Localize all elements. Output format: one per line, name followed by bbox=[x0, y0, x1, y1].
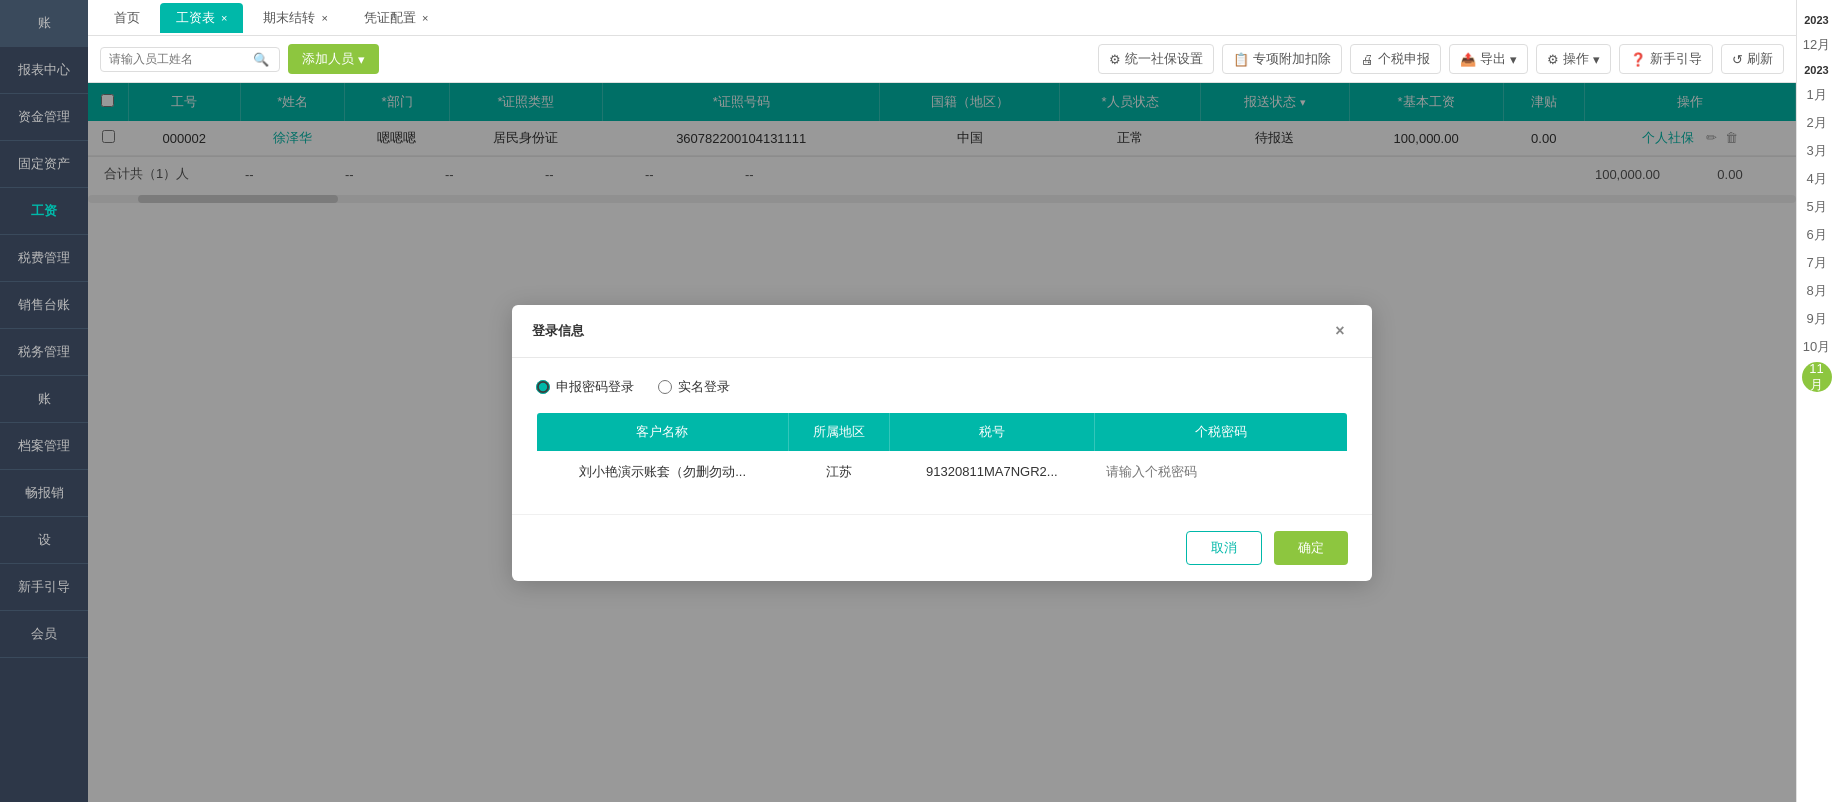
tab-voucher-close[interactable]: × bbox=[422, 12, 428, 24]
search-box[interactable]: 🔍 bbox=[100, 47, 280, 72]
timeline-month-4[interactable]: 4月 bbox=[1799, 166, 1835, 192]
dialog-body: 申报密码登录 实名登录 客户名称 所属地区 税号 bbox=[512, 358, 1372, 514]
toolbar: 🔍 添加人员 ▾ ⚙ 统一社保设置 📋 专项附加扣除 🖨 个税申报 📤 导出 ▾… bbox=[88, 36, 1796, 83]
radio-password-input[interactable] bbox=[536, 380, 550, 394]
timeline-month-6[interactable]: 6月 bbox=[1799, 222, 1835, 248]
cancel-button[interactable]: 取消 bbox=[1186, 531, 1262, 565]
deduction-icon: 📋 bbox=[1233, 52, 1249, 67]
sidebar-item-sales[interactable]: 销售台账 bbox=[0, 282, 88, 329]
radio-realname-input[interactable] bbox=[658, 380, 672, 394]
tax-icon: 🖨 bbox=[1361, 52, 1374, 67]
sidebar-item-archive[interactable]: 档案管理 bbox=[0, 423, 88, 470]
sidebar-item-tax[interactable]: 税务管理 bbox=[0, 329, 88, 376]
sidebar-item-account[interactable]: 账 bbox=[0, 0, 88, 47]
timeline-month-8[interactable]: 8月 bbox=[1799, 278, 1835, 304]
refresh-icon: ↺ bbox=[1732, 52, 1743, 67]
sidebar-item-salary[interactable]: 工资 bbox=[0, 188, 88, 235]
timeline-month-12[interactable]: 12月 bbox=[1799, 32, 1835, 58]
add-person-button[interactable]: 添加人员 ▾ bbox=[288, 44, 379, 74]
radio-realname-login[interactable]: 实名登录 bbox=[658, 378, 730, 396]
login-dialog: 登录信息 × 申报密码登录 实名登录 bbox=[512, 305, 1372, 581]
refresh-button[interactable]: ↺ 刷新 bbox=[1721, 44, 1784, 74]
tab-period-close[interactable]: 期末结转 × bbox=[247, 3, 343, 33]
tab-voucher-config[interactable]: 凭证配置 × bbox=[348, 3, 444, 33]
sidebar-item-guide[interactable]: 新手引导 bbox=[0, 564, 88, 611]
social-icon: ⚙ bbox=[1109, 52, 1121, 67]
tab-period-close-btn[interactable]: × bbox=[321, 12, 327, 24]
timeline-year: 2023 bbox=[1804, 14, 1828, 26]
main-area: 首页 工资表 × 期末结转 × 凭证配置 × 🔍 添加人员 ▾ ⚙ 统一社保设置 bbox=[88, 0, 1796, 802]
sidebar-item-ledger[interactable]: 账 bbox=[0, 376, 88, 423]
radio-group: 申报密码登录 实名登录 bbox=[536, 378, 1348, 396]
timeline-year-2023: 2023 bbox=[1804, 64, 1828, 76]
timeline-month-1[interactable]: 1月 bbox=[1799, 82, 1835, 108]
sidebar: 账 报表中心 资金管理 固定资产 工资 税费管理 销售台账 税务管理 账 档案管… bbox=[0, 0, 88, 802]
guide-button[interactable]: ❓ 新手引导 bbox=[1619, 44, 1713, 74]
dialog-cell-client-name: 刘小艳演示账套（勿删勿动... bbox=[537, 451, 789, 494]
dialog-col-region: 所属地区 bbox=[788, 412, 889, 451]
dialog-table: 客户名称 所属地区 税号 个税密码 刘小艳演示账套（勿删勿动... 江苏 913… bbox=[536, 412, 1348, 494]
timeline-month-3[interactable]: 3月 bbox=[1799, 138, 1835, 164]
operation-button[interactable]: ⚙ 操作 ▾ bbox=[1536, 44, 1611, 74]
sidebar-item-settings[interactable]: 设 bbox=[0, 517, 88, 564]
dialog-close-button[interactable]: × bbox=[1328, 319, 1352, 343]
tab-salary[interactable]: 工资表 × bbox=[160, 3, 243, 33]
password-input[interactable] bbox=[1106, 464, 1335, 479]
export-dropdown-icon: ▾ bbox=[1510, 52, 1517, 67]
export-icon: 📤 bbox=[1460, 52, 1476, 67]
timeline-month-11[interactable]: 11月 bbox=[1802, 362, 1832, 392]
confirm-button[interactable]: 确定 bbox=[1274, 531, 1348, 565]
timeline-month-9[interactable]: 9月 bbox=[1799, 306, 1835, 332]
dialog-footer: 取消 确定 bbox=[512, 514, 1372, 581]
dialog-cell-password[interactable] bbox=[1094, 451, 1347, 494]
operation-icon: ⚙ bbox=[1547, 52, 1559, 67]
dropdown-icon: ▾ bbox=[358, 52, 365, 67]
dialog-overlay: 登录信息 × 申报密码登录 实名登录 bbox=[88, 83, 1796, 802]
sidebar-item-tax-fee[interactable]: 税费管理 bbox=[0, 235, 88, 282]
search-input[interactable] bbox=[109, 52, 249, 66]
deduction-button[interactable]: 📋 专项附加扣除 bbox=[1222, 44, 1342, 74]
social-insurance-button[interactable]: ⚙ 统一社保设置 bbox=[1098, 44, 1214, 74]
radio-password-login[interactable]: 申报密码登录 bbox=[536, 378, 634, 396]
sidebar-item-expense[interactable]: 畅报销 bbox=[0, 470, 88, 517]
operation-dropdown-icon: ▾ bbox=[1593, 52, 1600, 67]
dialog-col-password: 个税密码 bbox=[1094, 412, 1347, 451]
sidebar-item-member[interactable]: 会员 bbox=[0, 611, 88, 658]
dialog-cell-tax-id: 91320811MA7NGR2... bbox=[890, 451, 1095, 494]
tax-report-button[interactable]: 🖨 个税申报 bbox=[1350, 44, 1441, 74]
timeline-month-10[interactable]: 10月 bbox=[1799, 334, 1835, 360]
tab-bar: 首页 工资表 × 期末结转 × 凭证配置 × bbox=[88, 0, 1796, 36]
timeline-month-5[interactable]: 5月 bbox=[1799, 194, 1835, 220]
tab-home[interactable]: 首页 bbox=[98, 3, 156, 33]
dialog-cell-region: 江苏 bbox=[788, 451, 889, 494]
timeline-month-7[interactable]: 7月 bbox=[1799, 250, 1835, 276]
dialog-header: 登录信息 × bbox=[512, 305, 1372, 358]
tab-salary-close[interactable]: × bbox=[221, 12, 227, 24]
dialog-table-row: 刘小艳演示账套（勿删勿动... 江苏 91320811MA7NGR2... bbox=[537, 451, 1348, 494]
dialog-col-client-name: 客户名称 bbox=[537, 412, 789, 451]
table-container: 工号 *姓名 *部门 *证照类型 *证照号码 国籍（地区） *人员状态 报送状态… bbox=[88, 83, 1796, 802]
sidebar-item-capital[interactable]: 资金管理 bbox=[0, 94, 88, 141]
export-button[interactable]: 📤 导出 ▾ bbox=[1449, 44, 1528, 74]
sidebar-item-assets[interactable]: 固定资产 bbox=[0, 141, 88, 188]
dialog-col-tax-id: 税号 bbox=[890, 412, 1095, 451]
timeline: 2023 12月 2023 1月 2月 3月 4月 5月 6月 7月 8月 9月… bbox=[1796, 0, 1836, 802]
search-icon: 🔍 bbox=[253, 52, 269, 67]
dialog-title: 登录信息 bbox=[532, 322, 584, 340]
guide-icon: ❓ bbox=[1630, 52, 1646, 67]
timeline-month-2[interactable]: 2月 bbox=[1799, 110, 1835, 136]
sidebar-item-report[interactable]: 报表中心 bbox=[0, 47, 88, 94]
